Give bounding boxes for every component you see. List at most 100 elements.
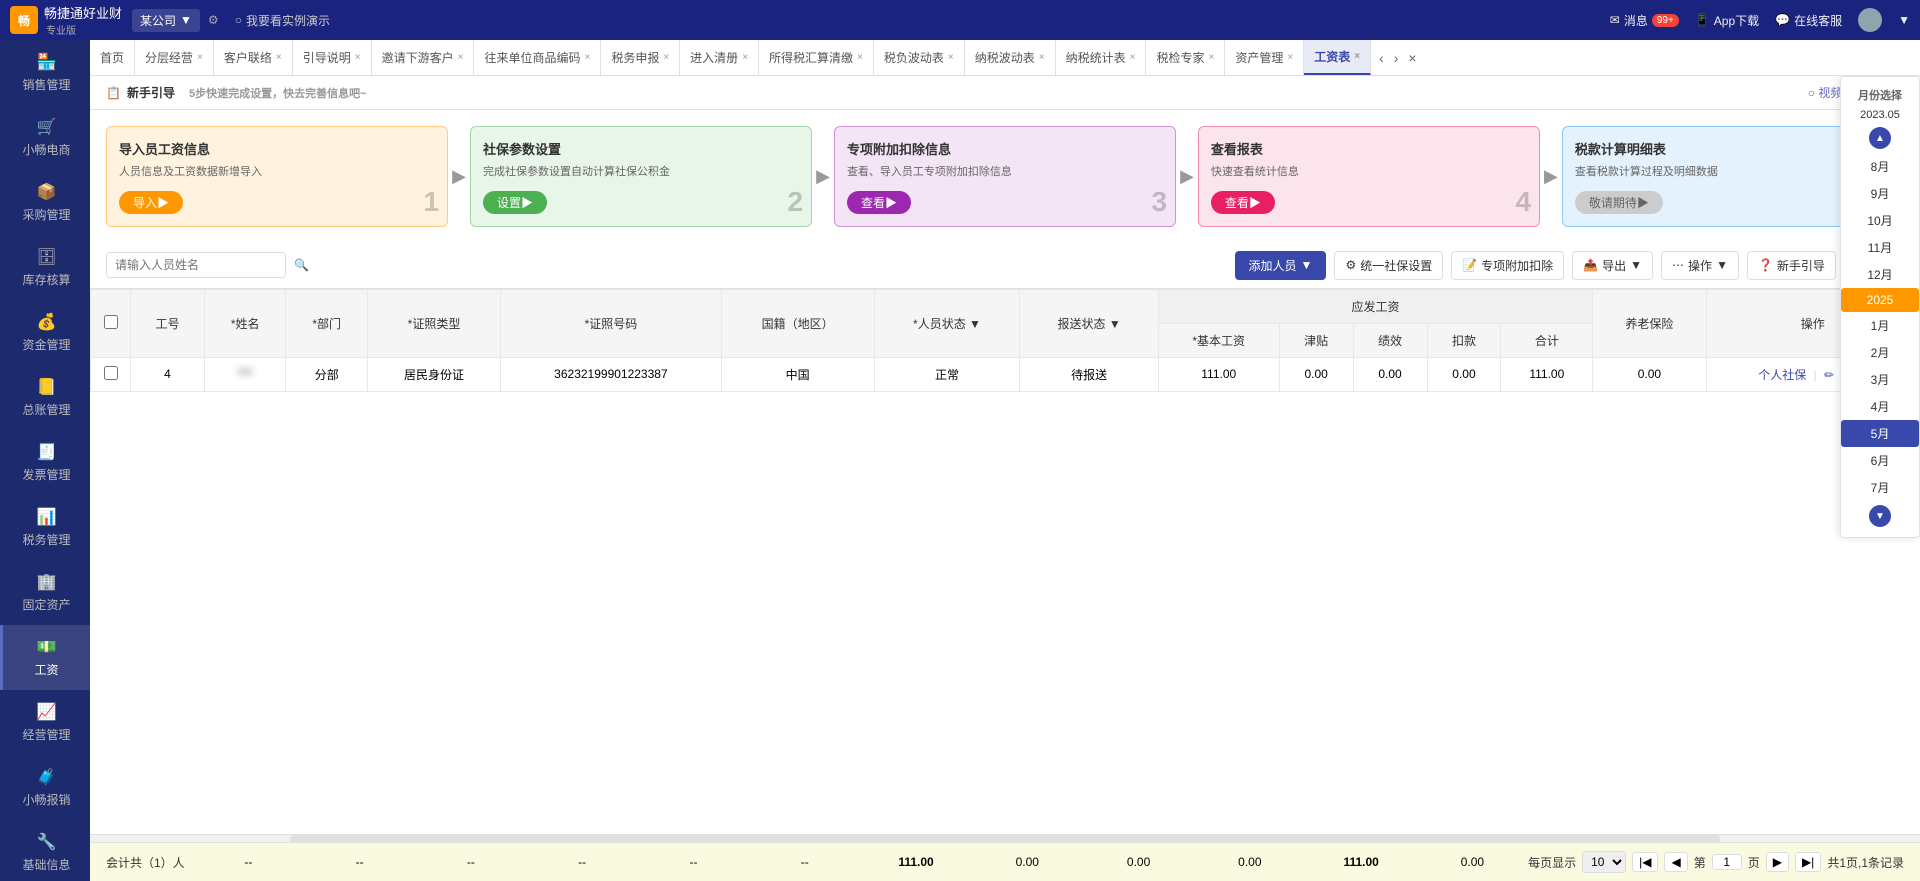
sidebar-item-ecommerce[interactable]: 🛒 小畅电商 xyxy=(0,105,90,170)
tab-close-invite[interactable]: × xyxy=(458,52,464,63)
add-person-btn[interactable]: 添加人员 ▼ xyxy=(1235,251,1327,280)
tab-payroll[interactable]: 工资表 × xyxy=(1304,40,1371,75)
per-page-select[interactable]: 10 20 50 xyxy=(1582,851,1626,873)
tab-close-tax-burden[interactable]: × xyxy=(948,52,954,63)
tab-next-btn[interactable]: › xyxy=(1390,48,1403,68)
tab-prev-btn[interactable]: ‹ xyxy=(1375,48,1388,68)
month-item-5[interactable]: 5月 xyxy=(1841,420,1919,447)
action-social-insurance[interactable]: ⚙ 统一社保设置 xyxy=(1334,251,1443,280)
tab-tax-wave[interactable]: 纳税波动表 × xyxy=(965,40,1056,75)
month-item-6[interactable]: 6月 xyxy=(1841,447,1919,474)
tab-close-tax-report[interactable]: × xyxy=(663,52,669,63)
tab-clearance[interactable]: 进入清册 × xyxy=(680,40,759,75)
tab-layered[interactable]: 分层经营 × xyxy=(135,40,214,75)
select-all-checkbox[interactable] xyxy=(104,315,118,329)
sidebar-item-inventory[interactable]: 🗄 库存核算 xyxy=(0,235,90,300)
sidebar-item-finance[interactable]: 💰 资金管理 xyxy=(0,300,90,365)
content-area: 首页 分层经营 × 客户联络 × 引导说明 × 邀请下游客户 × 往来单位商品编… xyxy=(90,40,1920,881)
sidebar-item-basic[interactable]: 🔧 基础信息 xyxy=(0,820,90,881)
next-page-btn[interactable]: ▶ xyxy=(1766,852,1789,872)
month-item-8[interactable]: 8月 xyxy=(1841,153,1919,180)
tab-close-clearance[interactable]: × xyxy=(742,52,748,63)
month-item-7[interactable]: 7月 xyxy=(1841,474,1919,501)
tab-close-tax-expert[interactable]: × xyxy=(1208,52,1214,63)
tab-tax-stat[interactable]: 纳税统计表 × xyxy=(1056,40,1147,75)
month-item-1[interactable]: 1月 xyxy=(1841,312,1919,339)
tab-tax-report[interactable]: 税务申报 × xyxy=(601,40,680,75)
step-2-btn[interactable]: 设置▶ xyxy=(483,191,547,214)
settings-icon[interactable]: ⚙ xyxy=(208,13,219,27)
step-1-btn[interactable]: 导入▶ xyxy=(119,191,183,214)
tab-tax-expert[interactable]: 税检专家 × xyxy=(1146,40,1225,75)
sidebar-item-invoice[interactable]: 🧾 发票管理 xyxy=(0,430,90,495)
avatar[interactable] xyxy=(1858,8,1882,32)
tab-close-tax-wave[interactable]: × xyxy=(1039,52,1045,63)
action-export[interactable]: 📤 导出 ▼ xyxy=(1572,251,1653,280)
row-op-edit[interactable]: ✏ xyxy=(1824,368,1834,382)
step-1-title: 导入员工资信息 xyxy=(119,139,435,158)
tab-close-all-btn[interactable]: × xyxy=(1404,48,1420,68)
logo-badge: 专业版 xyxy=(46,22,122,37)
demo-link[interactable]: ○ 我要看实例演示 xyxy=(235,12,330,29)
first-page-btn[interactable]: |◀ xyxy=(1632,852,1658,872)
guide-video-link[interactable]: ○ 视频 xyxy=(1808,84,1843,101)
tab-invite[interactable]: 邀请下游客户 × xyxy=(372,40,475,75)
horizontal-scrollbar[interactable] xyxy=(90,834,1920,842)
sidebar-item-tax[interactable]: 📊 税务管理 xyxy=(0,495,90,560)
sidebar-item-ledger[interactable]: 📒 总账管理 xyxy=(0,365,90,430)
step-4-btn[interactable]: 查看▶ xyxy=(1211,191,1275,214)
search-icon[interactable]: 🔍 xyxy=(294,258,309,272)
month-item-3[interactable]: 3月 xyxy=(1841,366,1919,393)
online-service-btn[interactable]: 💬 在线客服 xyxy=(1775,12,1842,29)
month-item-12[interactable]: 12月 xyxy=(1841,261,1919,288)
sidebar-item-assets[interactable]: 🏢 固定资产 xyxy=(0,560,90,625)
tab-close-layered[interactable]: × xyxy=(197,52,203,63)
tab-products[interactable]: 往来单位商品编码 × xyxy=(474,40,601,75)
month-item-2[interactable]: 2月 xyxy=(1841,339,1919,366)
step-5-btn[interactable]: 敬请期待▶ xyxy=(1575,191,1663,214)
account-selector[interactable]: 某公司 ▼ xyxy=(132,9,200,32)
last-page-btn[interactable]: ▶| xyxy=(1795,852,1821,872)
sidebar-item-expense[interactable]: 🧳 小畅报销 xyxy=(0,755,90,820)
sidebar-item-purchase[interactable]: 📦 采购管理 xyxy=(0,170,90,235)
tab-home[interactable]: 首页 xyxy=(90,40,135,75)
sidebar-item-operations[interactable]: 📈 经营管理 xyxy=(0,690,90,755)
th-id-num: *证照号码 xyxy=(501,289,722,357)
app-download-btn[interactable]: 📱 App下载 xyxy=(1695,12,1759,29)
prev-page-btn[interactable]: ◀ xyxy=(1664,852,1687,872)
tab-customer[interactable]: 客户联络 × xyxy=(214,40,293,75)
month-item-4[interactable]: 4月 xyxy=(1841,393,1919,420)
sidebar-item-sales[interactable]: 🏪 销售管理 xyxy=(0,40,90,105)
tab-close-payroll[interactable]: × xyxy=(1354,51,1360,62)
tab-close-asset-mgmt[interactable]: × xyxy=(1287,52,1293,63)
message-btn[interactable]: ✉ 消息 99+ xyxy=(1610,12,1679,29)
month-item-11[interactable]: 11月 xyxy=(1841,234,1919,261)
tab-close-tax-stat[interactable]: × xyxy=(1130,52,1136,63)
search-input[interactable] xyxy=(106,252,286,278)
row-select-checkbox[interactable] xyxy=(104,366,118,380)
user-menu[interactable]: ▼ xyxy=(1898,13,1910,27)
tab-tax-burden[interactable]: 税负波动表 × xyxy=(874,40,965,75)
action-operations[interactable]: ⋯ 操作 ▼ xyxy=(1661,251,1739,280)
row-id: 4 xyxy=(131,357,205,391)
sidebar-item-payroll[interactable]: 💵 工资 xyxy=(0,625,90,690)
month-item-9[interactable]: 9月 xyxy=(1841,180,1919,207)
action-guide[interactable]: ❓ 新手引导 xyxy=(1747,251,1836,280)
month-down-btn[interactable]: ▼ xyxy=(1869,505,1891,527)
tab-close-products[interactable]: × xyxy=(584,52,590,63)
tab-income-tax[interactable]: 所得税汇算清缴 × xyxy=(759,40,874,75)
month-year-2025[interactable]: 2025 xyxy=(1841,288,1919,312)
tab-guide-intro[interactable]: 引导说明 × xyxy=(293,40,372,75)
tab-close-guide-intro[interactable]: × xyxy=(355,52,361,63)
month-item-10[interactable]: 10月 xyxy=(1841,207,1919,234)
row-op-social[interactable]: 个人社保 xyxy=(1758,368,1806,382)
tab-close-income-tax[interactable]: × xyxy=(857,52,863,63)
step-3-btn[interactable]: 查看▶ xyxy=(847,191,911,214)
month-up-btn[interactable]: ▲ xyxy=(1869,127,1891,149)
tab-close-customer[interactable]: × xyxy=(276,52,282,63)
action-special-deduct[interactable]: 📝 专项附加扣除 xyxy=(1451,251,1564,280)
app-logo: 畅 畅捷通好业财 专业版 xyxy=(10,3,122,37)
tab-asset-mgmt[interactable]: 资产管理 × xyxy=(1225,40,1304,75)
page-number-input[interactable] xyxy=(1712,854,1742,870)
step-1-desc: 人员信息及工资数据新增导入 xyxy=(119,164,435,181)
